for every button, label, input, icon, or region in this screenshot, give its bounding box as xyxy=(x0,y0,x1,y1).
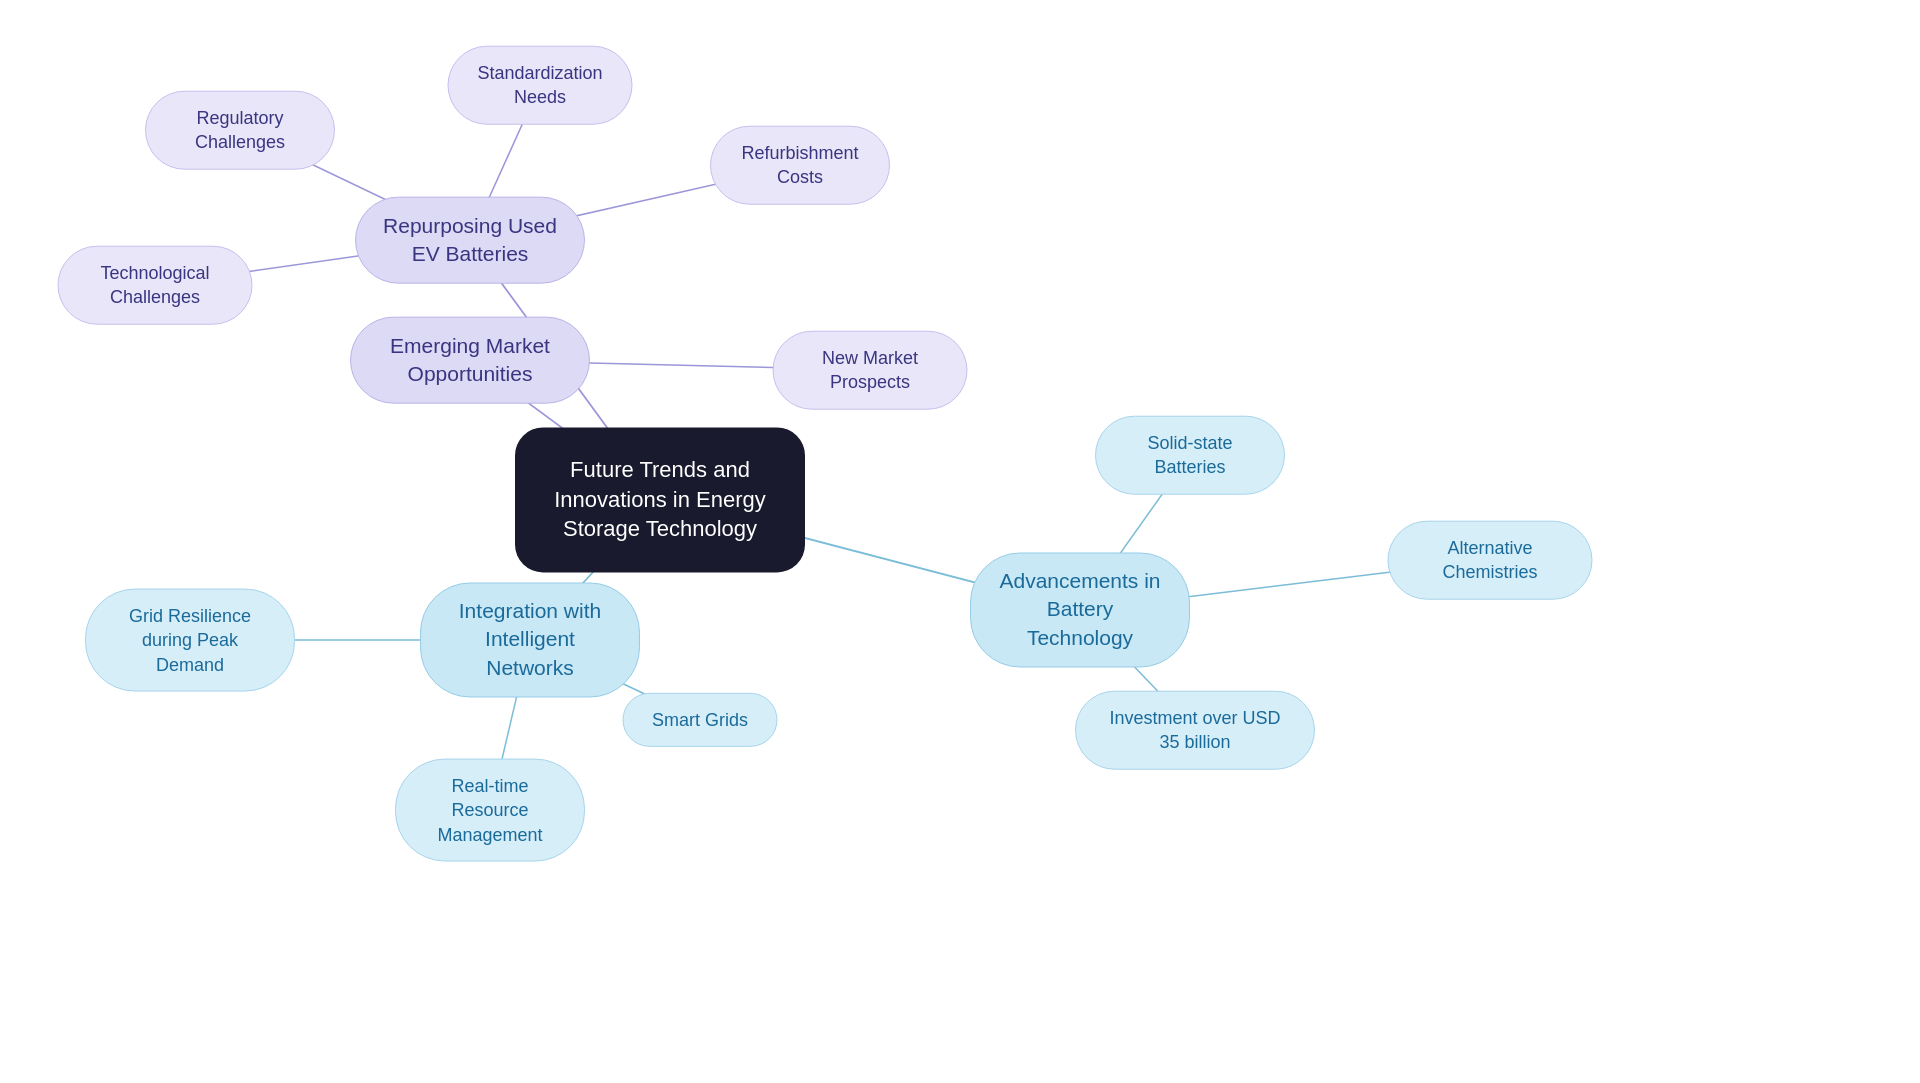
standardization-node: Standardization Needs xyxy=(448,46,633,125)
advancements-node: Advancements in Battery Technology xyxy=(970,552,1190,667)
alternative-node: Alternative Chemistries xyxy=(1388,521,1593,600)
smartgrids-node: Smart Grids xyxy=(623,693,778,747)
mindmap: Future Trends and Innovations in Energy … xyxy=(0,0,1920,1083)
solidstate-node: Solid-state Batteries xyxy=(1095,416,1285,495)
newmarket-node: New Market Prospects xyxy=(773,331,968,410)
technological-node: Technological Challenges xyxy=(58,246,253,325)
gridresilience-node: Grid Resilience during Peak Demand xyxy=(85,589,295,692)
repurposing-node: Repurposing Used EV Batteries xyxy=(355,197,585,284)
realtime-node: Real-time Resource Management xyxy=(395,759,585,862)
integration-node: Integration with Intelligent Networks xyxy=(420,582,640,697)
refurbishment-node: Refurbishment Costs xyxy=(710,126,890,205)
investment-node: Investment over USD 35 billion xyxy=(1075,691,1315,770)
regulatory-node: Regulatory Challenges xyxy=(145,91,335,170)
emerging-node: Emerging Market Opportunities xyxy=(350,317,590,404)
center-node: Future Trends and Innovations in Energy … xyxy=(515,427,805,572)
